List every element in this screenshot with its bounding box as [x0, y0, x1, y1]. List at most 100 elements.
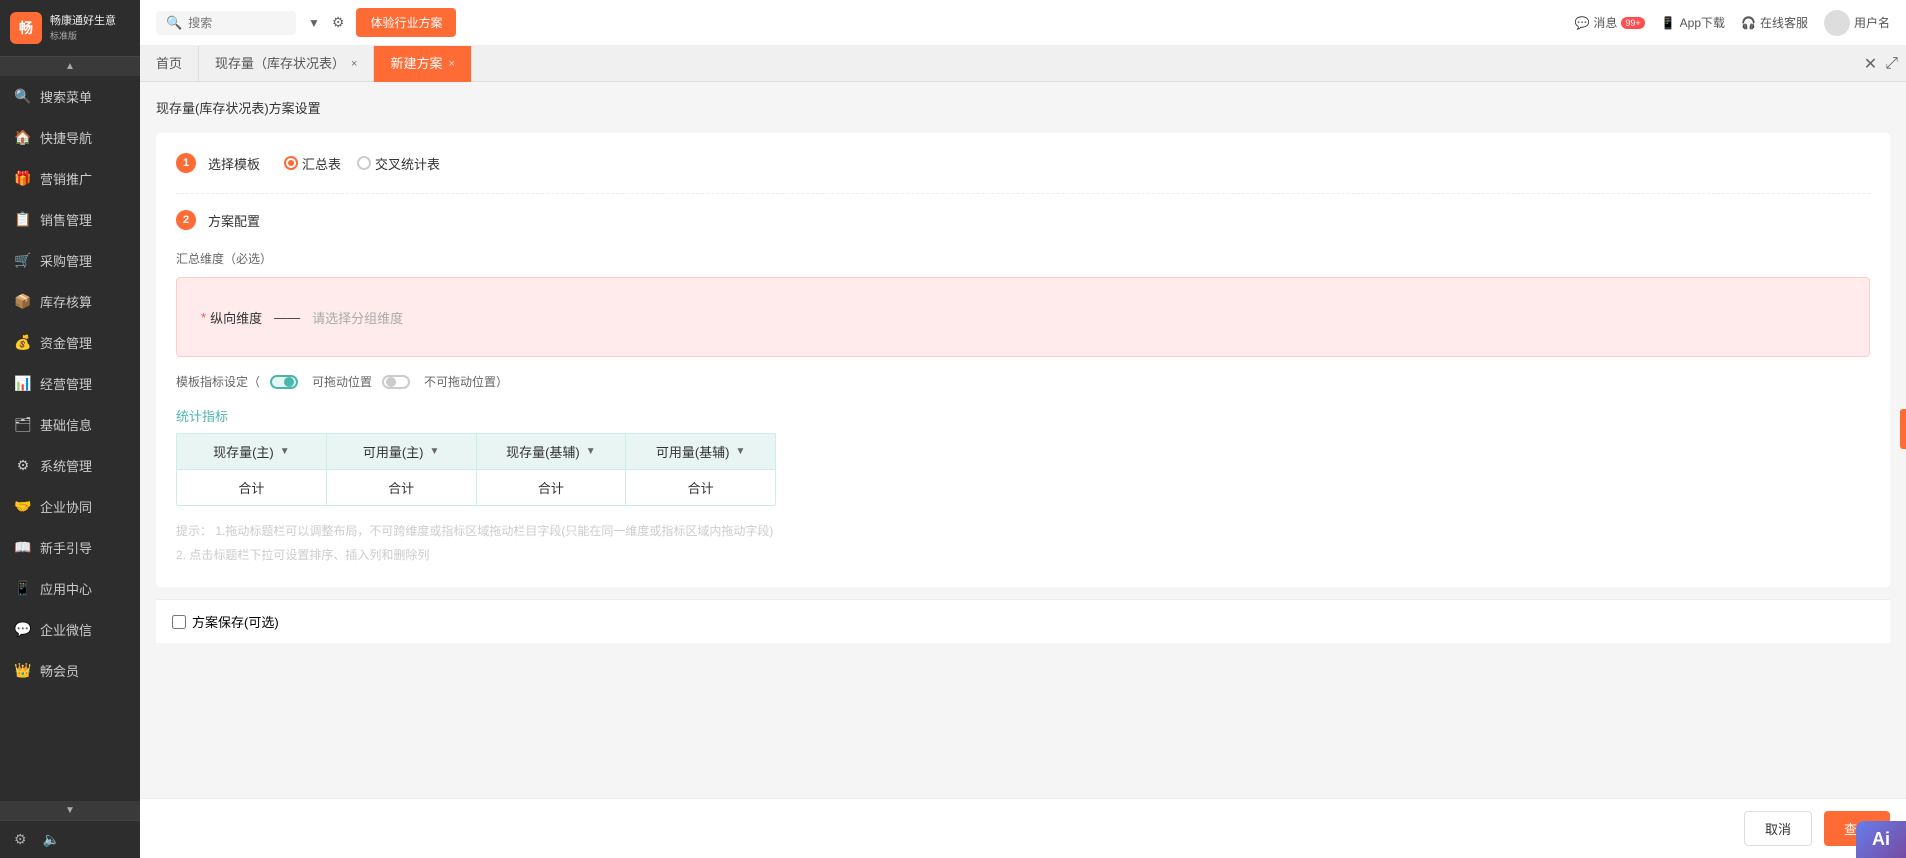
stats-body-col3: 合计	[626, 469, 775, 505]
messages-label: 消息	[1593, 14, 1617, 31]
col2-label: 现存量(基辅)	[506, 442, 580, 461]
sales-icon: 📋	[14, 211, 32, 229]
sidebar-bottom: ⚙ 🔈	[0, 820, 140, 858]
service-label: 在线客服	[1760, 14, 1808, 31]
col0-label: 现存量(主)	[213, 442, 274, 461]
tab-new-scheme-close[interactable]: ×	[448, 46, 454, 82]
radio-summary-label: 汇总表	[302, 154, 341, 173]
radio-cross-label: 交叉统计表	[375, 154, 440, 173]
sidebar-item-label: 新手引导	[40, 538, 92, 557]
right-edge-indicator	[1900, 409, 1906, 449]
sidebar-item-label: 采购管理	[40, 251, 92, 270]
sidebar-scroll-up[interactable]: ▲	[0, 57, 140, 76]
sidebar-item-sales[interactable]: 📋 销售管理	[0, 199, 140, 240]
search-box[interactable]: 🔍	[156, 11, 296, 35]
stats-header-row: 现存量(主) ▼ 可用量(主) ▼ 现存量(基辅) ▼ 可用量(基辅)	[177, 434, 775, 469]
cancel-button[interactable]: 取消	[1744, 811, 1812, 846]
indicator-settings-prefix: 模板指标设定（	[176, 373, 260, 390]
tab-home[interactable]: 首页	[140, 46, 199, 82]
message-icon: 💬	[1574, 16, 1589, 30]
sidebar-item-label: 销售管理	[40, 210, 92, 229]
app-download-label: App下载	[1680, 14, 1725, 31]
tab-close-btn[interactable]: ✕	[1864, 54, 1877, 74]
stats-body-col2: 合计	[477, 469, 627, 505]
sidebar-item-operations[interactable]: 📊 经营管理	[0, 363, 140, 404]
tab-expand-btn[interactable]: ⤢	[1885, 55, 1898, 73]
sidebar-item-basic-info[interactable]: 🗂 基础信息	[0, 404, 140, 445]
finance-icon: 💰	[14, 334, 32, 352]
sidebar-item-purchase[interactable]: 🛒 采购管理	[0, 240, 140, 281]
sidebar-item-wechat[interactable]: 💬 企业微信	[0, 609, 140, 650]
movable-label: 可拖动位置	[312, 373, 372, 390]
audio-icon[interactable]: 🔈	[43, 831, 60, 848]
step2-badge: 2	[176, 210, 196, 230]
sidebar-item-newcomer[interactable]: 📖 新手引导	[0, 527, 140, 568]
stats-body-col1: 合计	[327, 469, 477, 505]
stats-header-col2[interactable]: 现存量(基辅) ▼	[477, 434, 627, 469]
col2-dropdown[interactable]: ▼	[586, 446, 596, 457]
movable-indicator-tag	[270, 375, 298, 389]
col3-dropdown[interactable]: ▼	[736, 446, 746, 457]
topbar: 🔍 ▼ ⚙ 体验行业方案 💬 消息 99+ 📱 App下载 🎧 在线客服 用户名	[140, 0, 1906, 46]
sidebar-item-finance[interactable]: 💰 资金管理	[0, 322, 140, 363]
content-area: 现存量(库存状况表)方案设置 1 选择模板 汇总表 交叉统计表	[140, 82, 1906, 798]
save-row: 方案保存(可选)	[156, 599, 1890, 643]
sidebar-item-label: 畅会员	[40, 661, 79, 680]
stats-header-col0[interactable]: 现存量(主) ▼	[177, 434, 327, 469]
stats-header-col3[interactable]: 可用量(基辅) ▼	[626, 434, 775, 469]
save-checkbox[interactable]	[172, 615, 186, 629]
phone-icon: 📱	[1661, 16, 1676, 30]
marketing-icon: 🎁	[14, 170, 32, 188]
sidebar-item-app-center[interactable]: 📱 应用中心	[0, 568, 140, 609]
sidebar-item-quick-nav[interactable]: 🏠 快捷导航	[0, 117, 140, 158]
fixed-label: 不可拖动位置）	[424, 373, 508, 390]
sidebar-nav: 🔍 搜索菜单 🏠 快捷导航 🎁 营销推广 📋 销售管理 🛒 采购管理 📦 库存核…	[0, 76, 140, 801]
tab-home-label: 首页	[156, 46, 182, 82]
ai-badge[interactable]: Ai	[1856, 821, 1906, 858]
search-input[interactable]	[188, 16, 268, 30]
col1-dropdown[interactable]: ▼	[430, 446, 440, 457]
tab-new-scheme-label: 新建方案	[390, 46, 442, 82]
basic-info-icon: 🗂	[14, 416, 32, 434]
sidebar-scroll-down[interactable]: ▼	[0, 801, 140, 820]
sidebar-item-system[interactable]: ⚙ 系统管理	[0, 445, 140, 486]
tab-inventory[interactable]: 现存量（库存状况表） ×	[199, 46, 374, 82]
tab-new-scheme[interactable]: 新建方案 ×	[374, 46, 471, 82]
dimension-arrow: ——	[274, 310, 300, 325]
radio-cross[interactable]: 交叉统计表	[357, 154, 440, 173]
summary-dimension-label: 汇总维度（必选）	[176, 250, 1870, 267]
online-service-btn[interactable]: 🎧 在线客服	[1741, 14, 1808, 31]
gear-icon[interactable]: ⚙	[332, 14, 345, 31]
user-menu[interactable]: 用户名	[1824, 10, 1890, 36]
sidebar-item-search-menu[interactable]: 🔍 搜索菜单	[0, 76, 140, 117]
sidebar-item-members[interactable]: 👑 畅会员	[0, 650, 140, 691]
topbar-right: 💬 消息 99+ 📱 App下载 🎧 在线客服 用户名	[1574, 10, 1890, 36]
app-download-btn[interactable]: 📱 App下载	[1661, 14, 1725, 31]
dropdown-icon[interactable]: ▼	[308, 16, 320, 30]
radio-summary[interactable]: 汇总表	[284, 154, 341, 173]
step2-title: 方案配置	[208, 211, 260, 230]
stats-header-col1[interactable]: 可用量(主) ▼	[327, 434, 477, 469]
sidebar-item-inventory[interactable]: 📦 库存核算	[0, 281, 140, 322]
dimension-required-star: *	[201, 310, 206, 325]
radio-summary-dot	[284, 156, 298, 170]
step1-badge: 1	[176, 153, 196, 173]
tip-1: 2. 点击标题栏下拉可设置排序、插入列和删除列	[176, 548, 429, 562]
sidebar-item-marketing[interactable]: 🎁 营销推广	[0, 158, 140, 199]
headset-icon: 🎧	[1741, 16, 1756, 30]
dimension-area[interactable]: * 纵向维度 —— 请选择分组维度	[176, 277, 1870, 357]
tab-inventory-close[interactable]: ×	[351, 46, 357, 82]
enterprise-icon: 🤝	[14, 498, 32, 516]
sidebar-item-label: 搜索菜单	[40, 87, 92, 106]
messages-btn[interactable]: 💬 消息 99+	[1574, 14, 1644, 31]
trial-btn[interactable]: 体验行业方案	[356, 8, 456, 37]
tabs-bar: 首页 现存量（库存状况表） × 新建方案 × ✕ ⤢	[140, 46, 1906, 82]
col0-dropdown[interactable]: ▼	[280, 446, 290, 457]
sidebar-item-label: 基础信息	[40, 415, 92, 434]
template-radio-group: 汇总表 交叉统计表	[284, 154, 440, 173]
sidebar-item-enterprise[interactable]: 🤝 企业协同	[0, 486, 140, 527]
tabs-right: ✕ ⤢	[1864, 54, 1906, 74]
settings-icon[interactable]: ⚙	[14, 831, 27, 848]
scheme-section: 1 选择模板 汇总表 交叉统计表 2 方案配置	[156, 133, 1890, 587]
indicator-label: 模板指标设定（ 可拖动位置 不可拖动位置）	[176, 373, 1870, 390]
